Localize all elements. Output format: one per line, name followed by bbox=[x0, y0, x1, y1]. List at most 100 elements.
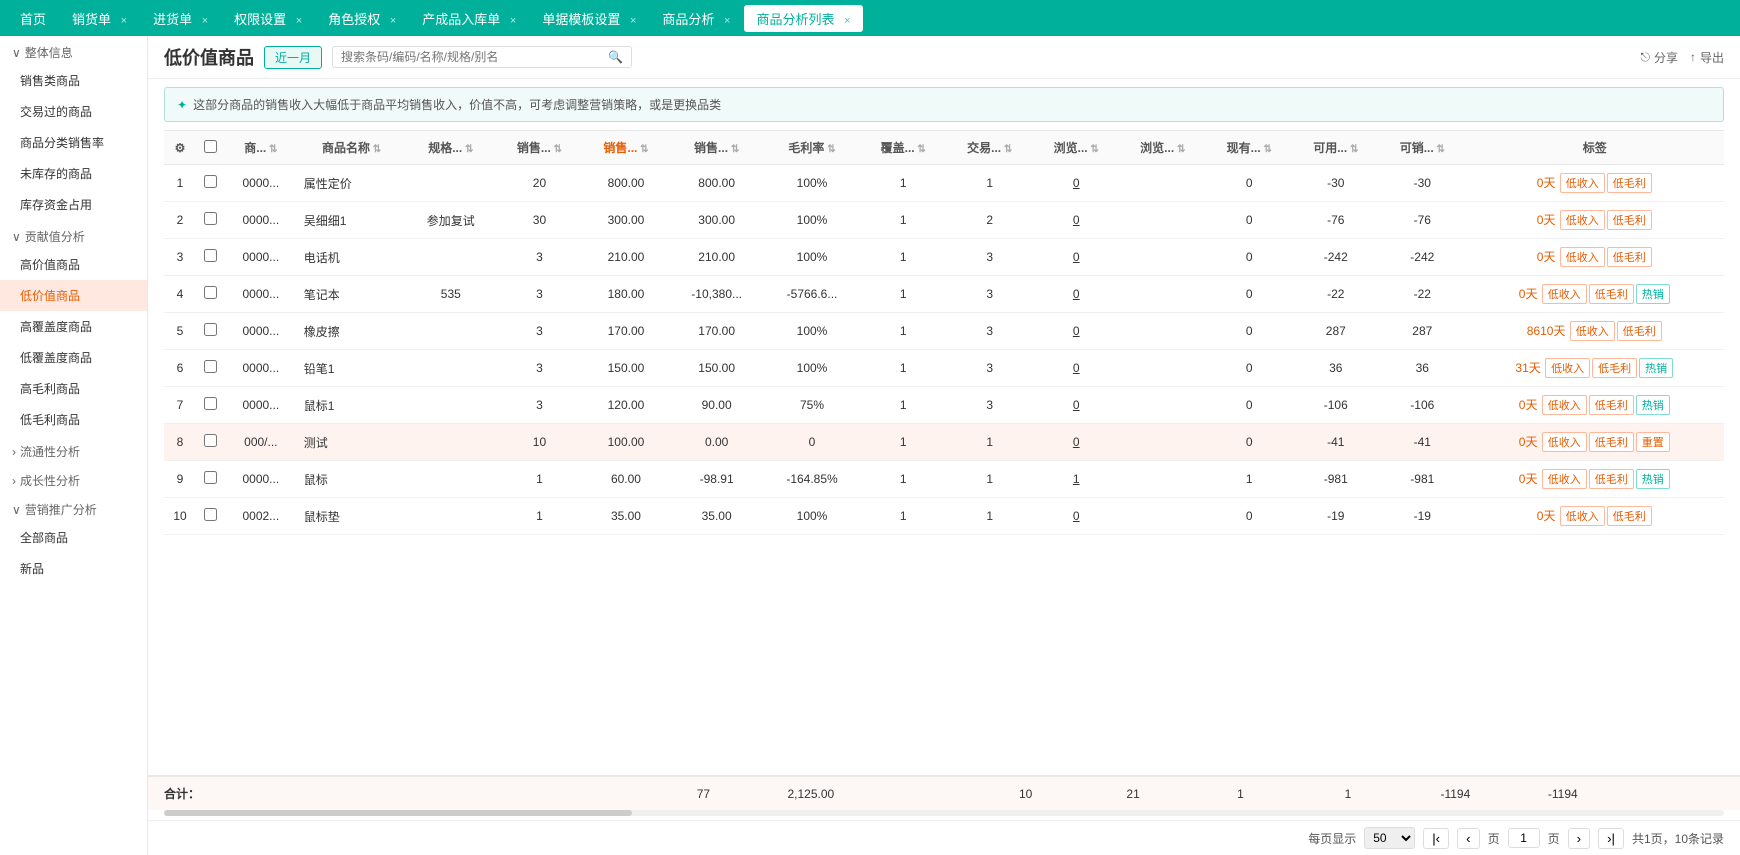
filter-recent-month-btn[interactable]: 近一月 bbox=[264, 46, 322, 69]
cell-checkbox[interactable] bbox=[196, 239, 224, 276]
cell-checkbox[interactable] bbox=[196, 498, 224, 535]
browse1-link[interactable]: 0 bbox=[1073, 361, 1080, 375]
sidebar-item-new-products[interactable]: 新品 bbox=[0, 553, 147, 584]
page-number-input[interactable] bbox=[1508, 828, 1540, 848]
last-page-btn[interactable]: ›| bbox=[1598, 828, 1624, 849]
cell-browse1[interactable]: 0 bbox=[1033, 387, 1120, 424]
row-checkbox[interactable] bbox=[204, 471, 217, 484]
cell-name[interactable]: 测试 bbox=[298, 424, 406, 461]
sidebar-item-no-inventory[interactable]: 未库存的商品 bbox=[0, 158, 147, 189]
nav-close-sales[interactable]: × bbox=[121, 15, 127, 27]
cell-checkbox[interactable] bbox=[196, 387, 224, 424]
col-spec[interactable]: 规格... bbox=[405, 131, 496, 165]
cell-browse1[interactable]: 0 bbox=[1033, 165, 1120, 202]
nav-close-inbound[interactable]: × bbox=[510, 15, 516, 27]
col-trade[interactable]: 交易... bbox=[946, 131, 1033, 165]
sidebar-item-high-margin[interactable]: 高毛利商品 bbox=[0, 373, 147, 404]
sidebar-item-inventory-capital[interactable]: 库存资金占用 bbox=[0, 189, 147, 220]
row-checkbox[interactable] bbox=[204, 323, 217, 336]
nav-analysis-list[interactable]: 商品分析列表 × bbox=[744, 5, 862, 32]
browse1-link[interactable]: 0 bbox=[1073, 324, 1080, 338]
row-checkbox[interactable] bbox=[204, 249, 217, 262]
sidebar-item-category-sales-rate[interactable]: 商品分类销售率 bbox=[0, 127, 147, 158]
cell-browse1[interactable]: 1 bbox=[1033, 461, 1120, 498]
row-checkbox[interactable] bbox=[204, 286, 217, 299]
cell-name[interactable]: 橡皮擦 bbox=[298, 313, 406, 350]
scrollbar-thumb[interactable] bbox=[164, 810, 632, 816]
nav-close-permission[interactable]: × bbox=[296, 15, 302, 27]
nav-sales-order[interactable]: 销货单 × bbox=[60, 5, 139, 32]
sidebar-group-marketing[interactable]: ∨ 营销推广分析 bbox=[0, 493, 147, 522]
cell-browse1[interactable]: 0 bbox=[1033, 350, 1120, 387]
share-btn[interactable]: ⎋ 分享 bbox=[1640, 49, 1678, 66]
search-input[interactable] bbox=[341, 50, 604, 64]
sidebar-group-growth[interactable]: › 成长性分析 bbox=[0, 464, 147, 493]
cell-name[interactable]: 电话机 bbox=[298, 239, 406, 276]
cell-name[interactable]: 鼠标1 bbox=[298, 387, 406, 424]
cell-checkbox[interactable] bbox=[196, 313, 224, 350]
cell-browse1[interactable]: 0 bbox=[1033, 239, 1120, 276]
horizontal-scrollbar[interactable] bbox=[164, 810, 1724, 816]
nav-close-purchase[interactable]: × bbox=[202, 15, 208, 27]
cell-browse1[interactable]: 0 bbox=[1033, 202, 1120, 239]
per-page-select[interactable]: 50 100 200 bbox=[1364, 827, 1415, 849]
nav-close-template[interactable]: × bbox=[630, 15, 636, 27]
cell-name[interactable]: 笔记本 bbox=[298, 276, 406, 313]
nav-product-analysis[interactable]: 商品分析 × bbox=[650, 5, 742, 32]
row-checkbox[interactable] bbox=[204, 360, 217, 373]
cell-browse1[interactable]: 0 bbox=[1033, 276, 1120, 313]
cell-name[interactable]: 吴细细1 bbox=[298, 202, 406, 239]
col-sales-amt[interactable]: 销售... bbox=[583, 131, 670, 165]
sidebar-item-low-value[interactable]: 低价值商品 bbox=[0, 280, 147, 311]
cell-name[interactable]: 鼠标垫 bbox=[298, 498, 406, 535]
sidebar-group-contribution[interactable]: ∨ 贡献值分析 bbox=[0, 220, 147, 249]
cell-name[interactable]: 鼠标 bbox=[298, 461, 406, 498]
nav-close-analysis-list[interactable]: × bbox=[844, 15, 850, 27]
browse1-link[interactable]: 0 bbox=[1073, 250, 1080, 264]
cell-browse1[interactable]: 0 bbox=[1033, 498, 1120, 535]
row-checkbox[interactable] bbox=[204, 434, 217, 447]
browse1-link[interactable]: 0 bbox=[1073, 509, 1080, 523]
sidebar-item-traded[interactable]: 交易过的商品 bbox=[0, 96, 147, 127]
col-checkbox-all[interactable] bbox=[196, 131, 224, 165]
col-current[interactable]: 现有... bbox=[1206, 131, 1293, 165]
row-checkbox[interactable] bbox=[204, 508, 217, 521]
nav-purchase-order[interactable]: 进货单 × bbox=[141, 5, 220, 32]
sidebar-item-low-coverage[interactable]: 低覆盖度商品 bbox=[0, 342, 147, 373]
nav-close-analysis[interactable]: × bbox=[724, 15, 730, 27]
sidebar-group-overall[interactable]: ∨ 整体信息 bbox=[0, 36, 147, 65]
browse1-link[interactable]: 0 bbox=[1073, 176, 1080, 190]
sidebar-item-sales-category[interactable]: 销售类商品 bbox=[0, 65, 147, 96]
nav-role-auth[interactable]: 角色授权 × bbox=[316, 5, 408, 32]
sidebar-item-high-coverage[interactable]: 高覆盖度商品 bbox=[0, 311, 147, 342]
row-checkbox[interactable] bbox=[204, 212, 217, 225]
browse1-link[interactable]: 0 bbox=[1073, 213, 1080, 227]
row-checkbox[interactable] bbox=[204, 175, 217, 188]
browse1-link[interactable]: 0 bbox=[1073, 398, 1080, 412]
cell-checkbox[interactable] bbox=[196, 350, 224, 387]
next-page-btn[interactable]: › bbox=[1568, 828, 1590, 849]
nav-home[interactable]: 首页 bbox=[8, 5, 58, 32]
search-icon[interactable]: 🔍 bbox=[608, 50, 623, 64]
sidebar-item-all-products[interactable]: 全部商品 bbox=[0, 522, 147, 553]
row-checkbox[interactable] bbox=[204, 397, 217, 410]
cell-checkbox[interactable] bbox=[196, 276, 224, 313]
nav-template-settings[interactable]: 单据模板设置 × bbox=[530, 5, 648, 32]
col-settings[interactable]: ⚙ bbox=[164, 131, 196, 165]
cell-checkbox[interactable] bbox=[196, 202, 224, 239]
col-name[interactable]: 商品名称 bbox=[298, 131, 406, 165]
first-page-btn[interactable]: |‹ bbox=[1423, 828, 1449, 849]
nav-permission[interactable]: 权限设置 × bbox=[222, 5, 314, 32]
col-sales-qty[interactable]: 销售... bbox=[496, 131, 583, 165]
sidebar-item-low-margin[interactable]: 低毛利商品 bbox=[0, 404, 147, 435]
nav-close-role[interactable]: × bbox=[390, 15, 396, 27]
cell-checkbox[interactable] bbox=[196, 424, 224, 461]
sidebar-item-high-value[interactable]: 高价值商品 bbox=[0, 249, 147, 280]
col-available[interactable]: 可用... bbox=[1293, 131, 1380, 165]
col-code[interactable]: 商... bbox=[224, 131, 298, 165]
cell-checkbox[interactable] bbox=[196, 461, 224, 498]
cell-name[interactable]: 属性定价 bbox=[298, 165, 406, 202]
prev-page-btn[interactable]: ‹ bbox=[1457, 828, 1479, 849]
export-btn[interactable]: ↑ 导出 bbox=[1690, 49, 1724, 66]
col-browse2[interactable]: 浏览... bbox=[1120, 131, 1207, 165]
